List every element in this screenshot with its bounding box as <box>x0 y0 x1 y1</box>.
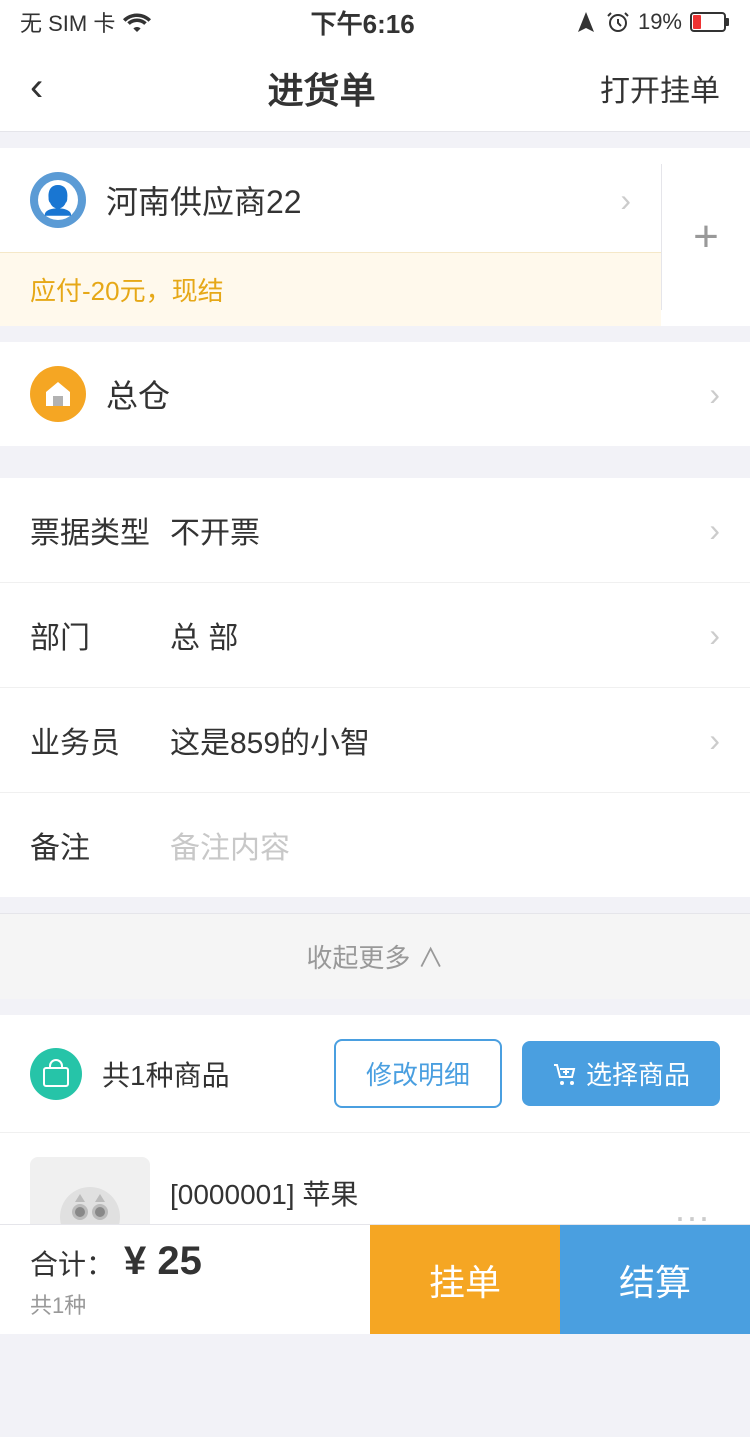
department-row[interactable]: 部门 总 部 › <box>0 582 750 687</box>
collapse-bar[interactable]: 收起更多 ∧ <box>0 913 750 999</box>
plus-icon: + <box>693 212 719 262</box>
back-button[interactable]: ‹ <box>30 65 43 110</box>
total-sub: 共1种 <box>30 1288 340 1320</box>
page-title: 进货单 <box>268 62 376 114</box>
supplier-chevron-icon: › <box>620 182 631 219</box>
supplier-section: 👤 河南供应商22 › 应付-20元，现结 + <box>0 148 750 326</box>
warehouse-icon <box>30 366 86 422</box>
status-right: 19% <box>574 9 730 35</box>
open-hang-button[interactable]: 打开挂单 <box>600 66 720 110</box>
cart-icon <box>552 1061 578 1087</box>
remark-row[interactable]: 备注 备注内容 <box>0 792 750 897</box>
edit-detail-button[interactable]: 修改明细 <box>334 1039 502 1108</box>
nav-bar: ‹ 进货单 打开挂单 <box>0 44 750 132</box>
form-section: 票据类型 不开票 › 部门 总 部 › 业务员 这是859的小智 › 备注 备注… <box>0 478 750 897</box>
person-icon: 👤 <box>41 184 76 217</box>
invoice-type-label: 票据类型 <box>30 508 170 552</box>
department-value: 总 部 <box>170 613 709 657</box>
warehouse-chevron-icon: › <box>709 376 720 413</box>
invoice-type-row[interactable]: 票据类型 不开票 › <box>0 478 750 582</box>
supplier-avatar: 👤 <box>30 172 86 228</box>
settle-button[interactable]: 结算 <box>560 1225 750 1334</box>
warehouse-row[interactable]: 总仓 › <box>0 342 750 446</box>
department-chevron-icon: › <box>709 617 720 654</box>
warehouse-section: 总仓 › <box>0 342 750 446</box>
alarm-icon <box>606 10 630 34</box>
invoice-chevron-icon: › <box>709 512 720 549</box>
supplier-name: 河南供应商22 <box>106 177 620 223</box>
location-icon <box>574 10 598 34</box>
add-supplier-button[interactable]: + <box>662 148 750 326</box>
remark-label: 备注 <box>30 823 170 867</box>
supplier-row[interactable]: 👤 河南供应商22 › <box>0 148 661 252</box>
salesperson-chevron-icon: › <box>709 722 720 759</box>
status-bar: 无 SIM 卡 下午6:16 19% <box>0 0 750 44</box>
product-name: [0000001] 苹果 <box>170 1173 644 1213</box>
wifi-icon <box>123 12 151 32</box>
status-carrier: 无 SIM 卡 <box>20 6 151 38</box>
invoice-type-value: 不开票 <box>170 508 709 552</box>
product-icon <box>30 1048 82 1100</box>
hang-button[interactable]: 挂单 <box>370 1225 560 1334</box>
footer: 合计： ¥ 25 共1种 挂单 结算 <box>0 1224 750 1334</box>
status-time: 下午6:16 <box>311 4 415 41</box>
salesperson-value: 这是859的小智 <box>170 718 709 762</box>
total-label: 合计： <box>30 1243 114 1283</box>
product-header: 共1种商品 修改明细 选择商品 <box>0 1015 750 1133</box>
salesperson-row[interactable]: 业务员 这是859的小智 › <box>0 687 750 792</box>
supplier-notice: 应付-20元，现结 <box>0 252 661 326</box>
battery-icon <box>690 11 730 33</box>
warehouse-name: 总仓 <box>106 371 709 417</box>
salesperson-label: 业务员 <box>30 718 170 762</box>
footer-total: 合计： ¥ 25 共1种 <box>0 1225 370 1334</box>
department-label: 部门 <box>30 613 170 657</box>
product-count: 共1种商品 <box>102 1054 314 1094</box>
select-product-button[interactable]: 选择商品 <box>522 1041 720 1106</box>
remark-value: 备注内容 <box>170 823 720 867</box>
total-value: ¥ 25 <box>124 1239 202 1284</box>
